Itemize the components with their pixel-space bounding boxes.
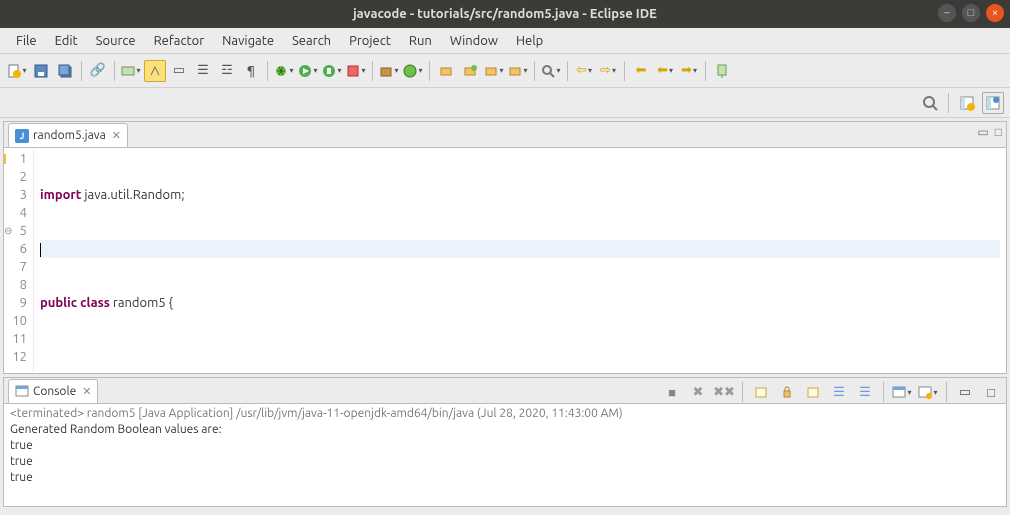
- tab-close-icon[interactable]: ✕: [112, 129, 121, 142]
- console-panel: Console ✕ ■ ✖ ✖✖ ☰ ☰ ▭ □ <terminated> ra…: [3, 377, 1007, 507]
- run-button[interactable]: [297, 60, 319, 82]
- console-minimize-icon[interactable]: ▭: [954, 381, 976, 403]
- menu-edit[interactable]: Edit: [47, 32, 86, 50]
- remove-launch-icon[interactable]: ✖: [687, 381, 709, 403]
- console-output[interactable]: <terminated> random5 [Java Application] …: [4, 404, 1006, 506]
- show-whitespace2-button[interactable]: ☲: [216, 60, 238, 82]
- toolbar-separator: [114, 61, 115, 81]
- console-tab[interactable]: Console ✕: [8, 379, 98, 403]
- minimize-view-icon[interactable]: ▭: [977, 125, 988, 139]
- toggle-comment-button[interactable]: [120, 60, 142, 82]
- maximize-button[interactable]: □: [962, 4, 980, 22]
- menu-source[interactable]: Source: [88, 32, 144, 50]
- console-tab-label: Console: [33, 385, 76, 398]
- link-editor-icon[interactable]: 🔗: [87, 60, 109, 82]
- console-line: true: [10, 438, 1000, 454]
- window-controls: – □ ×: [938, 4, 1004, 22]
- debug-button[interactable]: [273, 60, 295, 82]
- window-title: javacode - tutorials/src/random5.java - …: [353, 7, 657, 21]
- toolbar-separator: [742, 382, 743, 402]
- toolbar-separator: [429, 61, 430, 81]
- new-button[interactable]: [6, 60, 28, 82]
- code-content[interactable]: import java.util.Random; public class ra…: [34, 148, 1006, 373]
- titlebar: javacode - tutorials/src/random5.java - …: [0, 0, 1010, 28]
- toolbar-separator: [948, 93, 949, 113]
- close-button[interactable]: ×: [986, 4, 1004, 22]
- show-console-icon[interactable]: ☰: [854, 381, 876, 403]
- toolbar-separator: [267, 61, 268, 81]
- menubar: File Edit Source Refactor Navigate Searc…: [0, 28, 1010, 54]
- back-button[interactable]: ⬅: [654, 60, 676, 82]
- forward-button[interactable]: ➡: [678, 60, 700, 82]
- line-gutter: 1 2 3 4 5 6 7 8 9 10 11 12: [4, 148, 34, 373]
- menu-window[interactable]: Window: [442, 32, 506, 50]
- toolbar-separator: [946, 382, 947, 402]
- show-whitespace-button[interactable]: ☰: [192, 60, 214, 82]
- editor-tab[interactable]: J random5.java ✕: [8, 123, 128, 147]
- new-java-package-button[interactable]: [507, 60, 529, 82]
- next-annotation-button[interactable]: ⇨: [597, 60, 619, 82]
- last-edit-button[interactable]: ⬅: [630, 60, 652, 82]
- new-package-button[interactable]: [378, 60, 400, 82]
- console-tabbar: Console ✕ ■ ✖ ✖✖ ☰ ☰ ▭ □: [4, 378, 1006, 404]
- pin-console-icon[interactable]: ☰: [828, 381, 850, 403]
- block-select-button[interactable]: ▭: [168, 60, 190, 82]
- java-file-icon: J: [15, 129, 29, 143]
- console-line: Generated Random Boolean values are:: [10, 422, 1000, 438]
- pilcrow-button[interactable]: ¶: [240, 60, 262, 82]
- open-console-icon[interactable]: [917, 381, 939, 403]
- word-wrap-icon[interactable]: [802, 381, 824, 403]
- menu-help[interactable]: Help: [508, 32, 551, 50]
- toolbar-separator: [534, 61, 535, 81]
- terminate-relaunch-icon[interactable]: ■: [661, 381, 683, 403]
- scroll-lock-icon[interactable]: [776, 381, 798, 403]
- menu-project[interactable]: Project: [341, 32, 399, 50]
- main-toolbar: 🔗 ▭ ☰ ☲ ¶ ⇦ ⇨ ⬅ ⬅ ➡: [0, 54, 1010, 88]
- clear-console-icon[interactable]: [750, 381, 772, 403]
- console-maximize-icon[interactable]: □: [980, 381, 1002, 403]
- toolbar-separator: [567, 61, 568, 81]
- open-perspective-button[interactable]: [956, 92, 978, 114]
- console-line: true: [10, 454, 1000, 470]
- coverage-button[interactable]: [321, 60, 343, 82]
- editor-tabbar: J random5.java ✕ ▭ □: [4, 122, 1006, 148]
- external-tools-button[interactable]: [345, 60, 367, 82]
- console-close-icon[interactable]: ✕: [82, 385, 91, 398]
- menu-run[interactable]: Run: [401, 32, 440, 50]
- new-java-project-button[interactable]: [483, 60, 505, 82]
- save-button[interactable]: [30, 60, 52, 82]
- console-status-line: <terminated> random5 [Java Application] …: [10, 406, 1000, 422]
- toolbar-separator: [81, 61, 82, 81]
- new-class-button[interactable]: [402, 60, 424, 82]
- console-icon: [15, 384, 29, 398]
- java-perspective-button[interactable]: [982, 92, 1004, 114]
- tab-label: random5.java: [33, 129, 106, 142]
- toolbar-separator: [372, 61, 373, 81]
- open-task-button[interactable]: [459, 60, 481, 82]
- prev-annotation-button[interactable]: ⇦: [573, 60, 595, 82]
- code-editor[interactable]: 1 2 3 4 5 6 7 8 9 10 11 12 import java.u…: [4, 148, 1006, 373]
- menu-search[interactable]: Search: [284, 32, 339, 50]
- remove-all-launches-icon[interactable]: ✖✖: [713, 381, 735, 403]
- search-button[interactable]: [540, 60, 562, 82]
- toolbar-separator: [883, 382, 884, 402]
- pin-editor-button[interactable]: [711, 60, 733, 82]
- save-all-button[interactable]: [54, 60, 76, 82]
- editor-panel: J random5.java ✕ ▭ □ 1 2 3 4 5 6 7 8 9 1…: [3, 121, 1007, 374]
- perspective-toolbar: [0, 88, 1010, 118]
- quick-access-icon[interactable]: [919, 92, 941, 114]
- menu-file[interactable]: File: [8, 32, 45, 50]
- minimize-button[interactable]: –: [938, 4, 956, 22]
- open-type-button[interactable]: [435, 60, 457, 82]
- maximize-view-icon[interactable]: □: [995, 125, 1002, 139]
- display-console-icon[interactable]: [891, 381, 913, 403]
- menu-navigate[interactable]: Navigate: [214, 32, 282, 50]
- menu-refactor[interactable]: Refactor: [146, 32, 213, 50]
- toolbar-separator: [624, 61, 625, 81]
- toggle-mark-button[interactable]: [144, 60, 166, 82]
- console-line: true: [10, 470, 1000, 486]
- toolbar-separator: [705, 61, 706, 81]
